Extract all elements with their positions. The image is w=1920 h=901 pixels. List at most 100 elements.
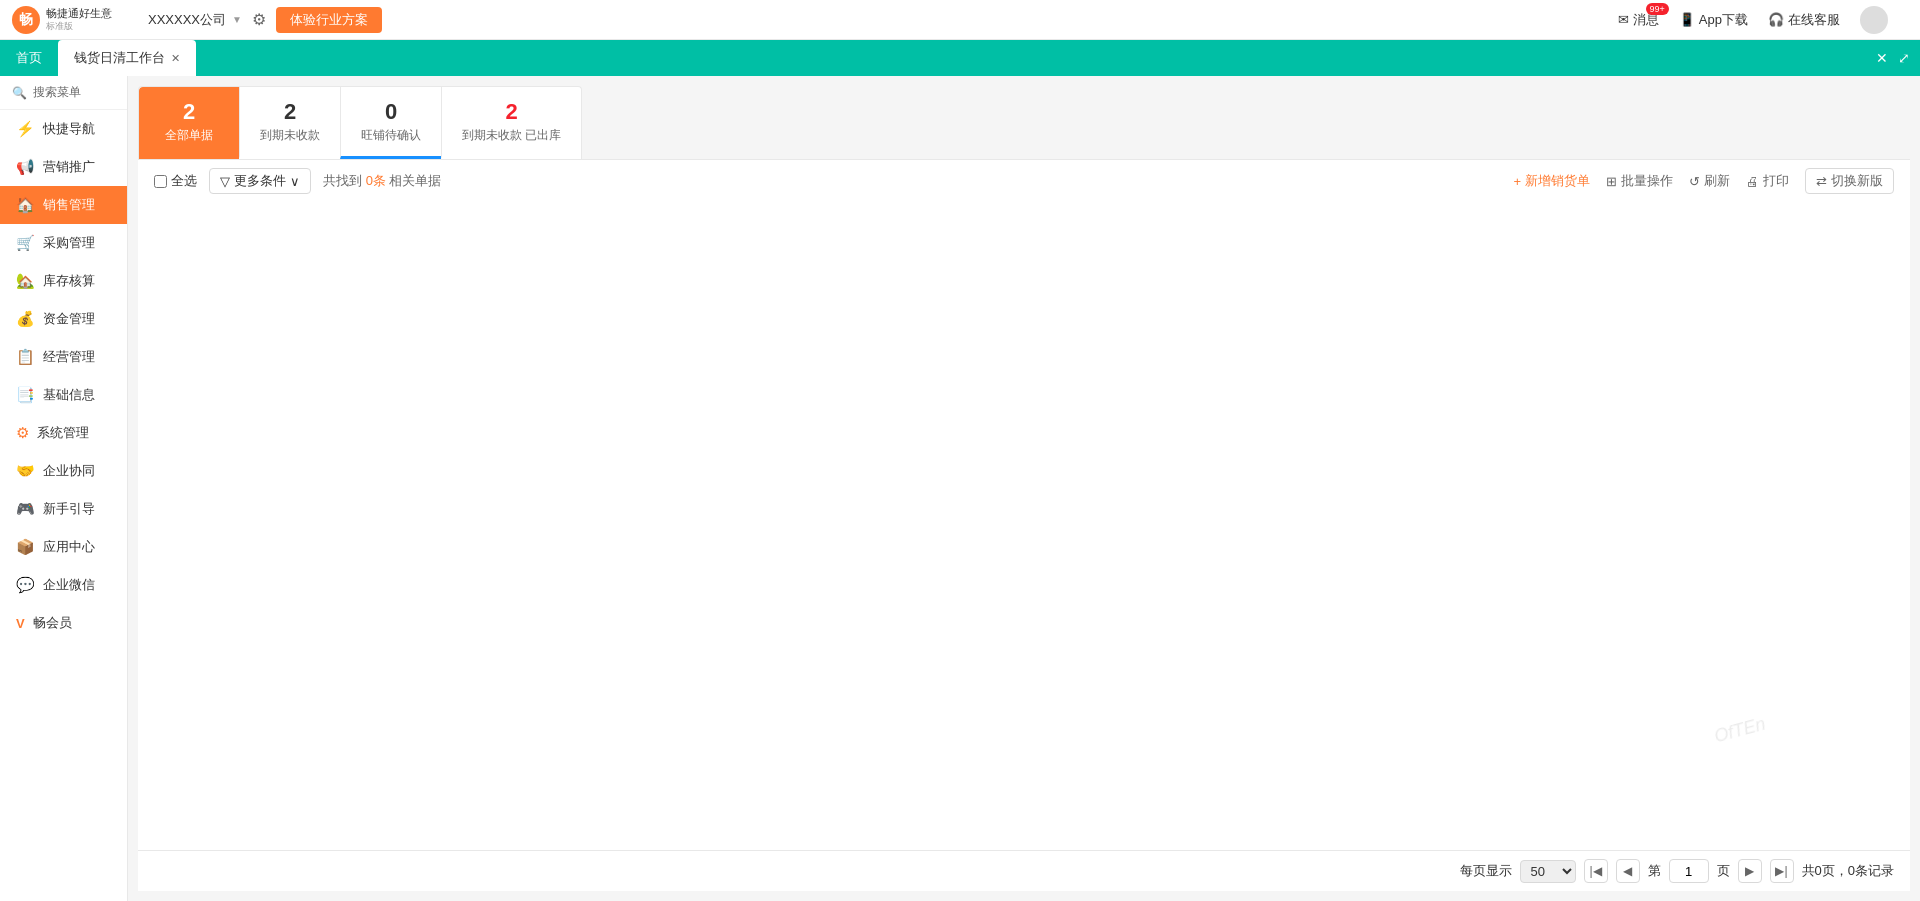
add-label: 新增销货单 — [1525, 172, 1590, 190]
marketing-icon: 📢 — [16, 158, 35, 176]
sidebar-item-purchase[interactable]: 🛒 采购管理 — [0, 224, 127, 262]
search-menu-label: 搜索菜单 — [33, 84, 81, 101]
sidebar-item-newcomer[interactable]: 🎮 新手引导 — [0, 490, 127, 528]
sidebar-item-label: 系统管理 — [37, 424, 89, 442]
purchase-icon: 🛒 — [16, 234, 35, 252]
stat-tab-wangpu[interactable]: 0 旺铺待确认 — [340, 87, 441, 159]
inventory-icon: 🏡 — [16, 272, 35, 290]
stat-label-wangpu: 旺铺待确认 — [361, 127, 421, 144]
tab-close-icon[interactable]: ✕ — [171, 52, 180, 65]
nav-close-icon[interactable]: ✕ — [1876, 50, 1888, 66]
headset-icon: 🎧 — [1768, 12, 1784, 27]
found-suffix: 相关单据 — [389, 173, 441, 188]
company-name: XXXXXX公司 — [148, 11, 226, 29]
sidebar-item-label: 资金管理 — [43, 310, 95, 328]
stat-num-shipped: 2 — [506, 99, 518, 125]
search-menu-item[interactable]: 🔍 搜索菜单 — [0, 76, 127, 110]
tab-home-label: 首页 — [16, 49, 42, 67]
stat-tab-all[interactable]: 2 全部单据 — [139, 87, 239, 159]
sidebar-item-sales[interactable]: 🏠 销售管理 — [0, 186, 127, 224]
first-page-button[interactable]: |◀ — [1584, 859, 1608, 883]
sidebar-item-system[interactable]: ⚙ 系统管理 — [0, 414, 127, 452]
sidebar-item-label: 基础信息 — [43, 386, 95, 404]
stat-label-shipped: 到期未收款 已出库 — [462, 127, 561, 144]
company-selector[interactable]: XXXXXX公司 ▼ — [148, 11, 242, 29]
avatar[interactable] — [1860, 6, 1888, 34]
settings-button[interactable]: ⚙ — [252, 10, 266, 29]
sidebar-item-operations[interactable]: 📋 经营管理 — [0, 338, 127, 376]
stat-label-overdue: 到期未收款 — [260, 127, 320, 144]
sidebar-item-basic-info[interactable]: 📑 基础信息 — [0, 376, 127, 414]
sidebar-item-finance[interactable]: 💰 资金管理 — [0, 300, 127, 338]
top-header: 畅 畅捷通好生意 标准版 XXXXXX公司 ▼ ⚙ 体验行业方案 ✉ 消息 99… — [0, 0, 1920, 40]
found-prefix: 共找到 — [323, 173, 362, 188]
filter-button[interactable]: ▽ 更多条件 ∨ — [209, 168, 311, 194]
toolbar-left: 全选 ▽ 更多条件 ∨ 共找到 0条 相关单据 — [154, 168, 441, 194]
sidebar-item-label: 企业协同 — [43, 462, 95, 480]
refresh-button[interactable]: ↺ 刷新 — [1689, 172, 1730, 190]
nav-expand-icon[interactable]: ⤢ — [1898, 50, 1910, 66]
prev-page-button[interactable]: ◀ — [1616, 859, 1640, 883]
app-tag: 标准版 — [46, 20, 112, 33]
sidebar-item-inventory[interactable]: 🏡 库存核算 — [0, 262, 127, 300]
batch-label: 批量操作 — [1621, 172, 1673, 190]
select-all-input[interactable] — [154, 175, 167, 188]
message-badge: 99+ — [1646, 3, 1669, 15]
switch-icon: ⇄ — [1816, 174, 1827, 189]
company-dropdown-arrow: ▼ — [232, 14, 242, 25]
online-service-button[interactable]: 🎧 在线客服 — [1768, 11, 1840, 29]
sidebar-item-marketing[interactable]: 📢 营销推广 — [0, 148, 127, 186]
tab-workbench-label: 钱货日清工作台 — [74, 49, 165, 67]
sidebar-item-label: 采购管理 — [43, 234, 95, 252]
message-icon: ✉ — [1618, 12, 1629, 27]
add-sales-order-button[interactable]: + 新增销货单 — [1513, 172, 1590, 190]
basic-info-icon: 📑 — [16, 386, 35, 404]
sidebar-item-label: 畅会员 — [33, 614, 72, 632]
sidebar-item-label: 应用中心 — [43, 538, 95, 556]
quick-nav-icon: ⚡ — [16, 120, 35, 138]
app-download-icon: 📱 — [1679, 12, 1695, 27]
stat-num-wangpu: 0 — [385, 99, 397, 125]
page-num-input[interactable] — [1669, 859, 1709, 883]
filter-label: 更多条件 — [234, 172, 286, 190]
print-icon: 🖨 — [1746, 174, 1759, 189]
app-name: 畅捷通好生意 — [46, 6, 112, 20]
filter-icon: ▽ — [220, 174, 230, 189]
next-page-button[interactable]: ▶ — [1738, 859, 1762, 883]
sidebar-item-label: 快捷导航 — [43, 120, 95, 138]
page-label: 第 — [1648, 862, 1661, 880]
experience-button[interactable]: 体验行业方案 — [276, 7, 382, 33]
sidebar-item-quick-nav[interactable]: ⚡ 快捷导航 — [0, 110, 127, 148]
app-download-label: App下载 — [1699, 11, 1748, 29]
stat-num-overdue: 2 — [284, 99, 296, 125]
sidebar-item-enterprise-collab[interactable]: 🤝 企业协同 — [0, 452, 127, 490]
found-text: 共找到 0条 相关单据 — [323, 172, 441, 190]
select-all-checkbox[interactable]: 全选 — [154, 172, 197, 190]
page-suffix: 页 — [1717, 862, 1730, 880]
enterprise-collab-icon: 🤝 — [16, 462, 35, 480]
sidebar-item-enterprise-wechat[interactable]: 💬 企业微信 — [0, 566, 127, 604]
message-button[interactable]: ✉ 消息 99+ — [1618, 11, 1659, 29]
app-download-button[interactable]: 📱 App下载 — [1679, 11, 1748, 29]
last-page-button[interactable]: ▶| — [1770, 859, 1794, 883]
tab-workbench[interactable]: 钱货日清工作台 ✕ — [58, 40, 196, 76]
logo-icon: 畅 — [12, 6, 40, 34]
stat-tab-overdue[interactable]: 2 到期未收款 — [239, 87, 340, 159]
stat-label-all: 全部单据 — [165, 127, 213, 144]
sidebar-item-label: 新手引导 — [43, 500, 95, 518]
stat-tab-shipped[interactable]: 2 到期未收款 已出库 — [441, 87, 581, 159]
sidebar-item-label: 库存核算 — [43, 272, 95, 290]
header-right: ✉ 消息 99+ 📱 App下载 🎧 在线客服 — [1618, 6, 1908, 34]
tab-home[interactable]: 首页 — [0, 40, 58, 76]
per-page-label: 每页显示 — [1460, 862, 1512, 880]
per-page-select[interactable]: 50 20 100 — [1520, 860, 1576, 883]
switch-label: 切换新版 — [1831, 172, 1883, 190]
add-icon: + — [1513, 174, 1521, 189]
sidebar-item-app-center[interactable]: 📦 应用中心 — [0, 528, 127, 566]
toolbar: 全选 ▽ 更多条件 ∨ 共找到 0条 相关单据 + 新增销货单 — [138, 159, 1910, 202]
switch-version-button[interactable]: ⇄ 切换新版 — [1805, 168, 1894, 194]
print-button[interactable]: 🖨 打印 — [1746, 172, 1789, 190]
sidebar-item-vip[interactable]: V 畅会员 — [0, 604, 127, 642]
batch-operation-button[interactable]: ⊞ 批量操作 — [1606, 172, 1673, 190]
stat-num-all: 2 — [183, 99, 195, 125]
